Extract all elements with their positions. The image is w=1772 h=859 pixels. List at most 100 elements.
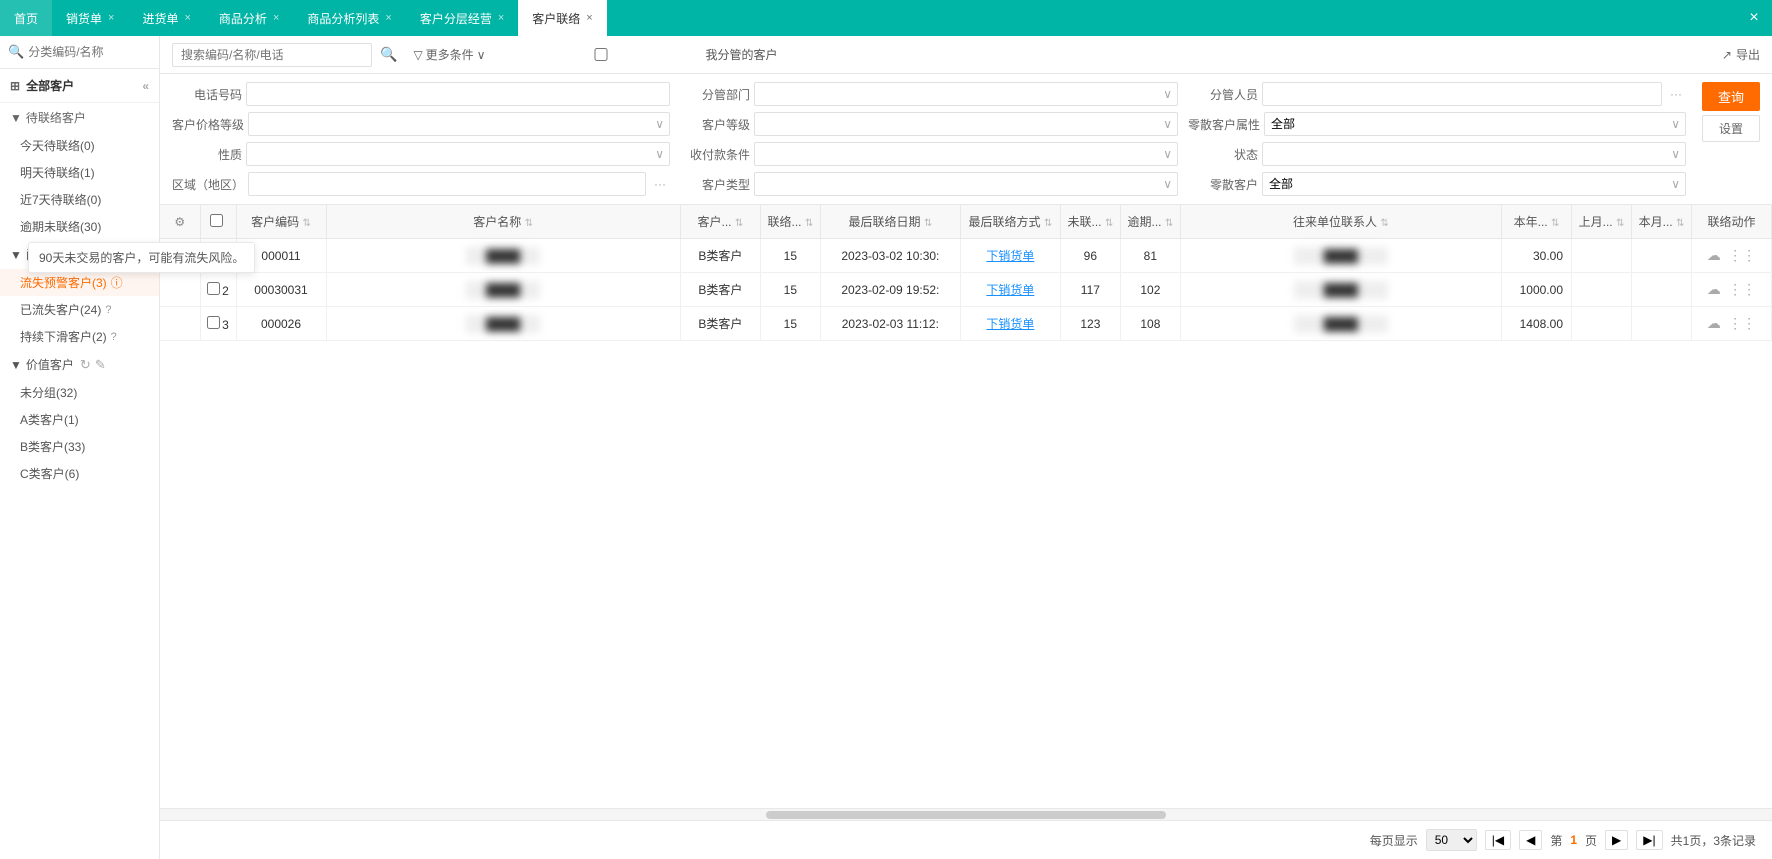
row-checkbox[interactable] <box>207 316 220 329</box>
col-name-header[interactable]: 客户名称 <box>326 205 680 239</box>
nature-select[interactable] <box>246 142 670 166</box>
sidebar-item-declining[interactable]: 持续下滑客户(2) ? <box>0 323 159 350</box>
page-size-select[interactable]: 50 10 20 100 <box>1426 829 1477 851</box>
sidebar-item-class-a[interactable]: A类客户(1) <box>0 406 159 433</box>
sidebar-group-pending[interactable]: ▼ 待联络客户 <box>0 103 159 132</box>
nav-analysis-list-close[interactable]: × <box>385 12 391 24</box>
zero-customer-select[interactable]: 全部 <box>1262 172 1686 196</box>
zero-attr-select[interactable]: 全部 <box>1264 112 1686 136</box>
col-year-header[interactable]: 本年... <box>1502 205 1572 239</box>
table-row: 1 000011 ████ B类客户 15 2023-03-02 10:30: … <box>160 239 1772 273</box>
nav-home[interactable]: 首页 <box>0 0 52 36</box>
export-button[interactable]: ↗ 导出 <box>1722 46 1760 63</box>
row-type: B类客户 <box>680 239 760 273</box>
sidebar-all-customers[interactable]: ⊞ 全部客户 « <box>0 69 159 103</box>
nav-sales[interactable]: 销货单 × <box>52 0 128 36</box>
sidebar-item-churned[interactable]: 已流失客户(24) ? <box>0 296 159 323</box>
status-label: 状态 <box>1188 146 1258 163</box>
nav-customer-contact-close[interactable]: × <box>586 12 592 24</box>
action-grid-icon[interactable]: ⋮⋮ <box>1728 247 1756 263</box>
nav-sales-close[interactable]: × <box>108 12 114 24</box>
next-page-button[interactable]: ▶ <box>1605 830 1628 850</box>
col-code-header[interactable]: 客户编码 <box>236 205 326 239</box>
price-tier-label: 客户价格等级 <box>172 116 244 133</box>
customer-type-select-wrap: ∨ <box>754 172 1178 196</box>
col-date-header[interactable]: 最后联络日期 <box>820 205 960 239</box>
nav-customer-tier-close[interactable]: × <box>498 12 504 24</box>
region-input[interactable] <box>248 172 646 196</box>
customer-type-select[interactable] <box>754 172 1178 196</box>
my-customers-checkbox[interactable] <box>501 48 701 61</box>
row-overdue: 81 <box>1120 239 1180 273</box>
col-thismonth-header[interactable]: 本月... <box>1632 205 1692 239</box>
column-settings-icon[interactable]: ⚙ <box>174 215 185 229</box>
prev-page-button[interactable]: ◀ <box>1519 830 1542 850</box>
search-input[interactable] <box>172 43 372 67</box>
last-page-button[interactable]: ▶| <box>1636 830 1662 850</box>
search-button[interactable]: 🔍 <box>380 46 397 63</box>
sidebar-collapse-btn[interactable]: « <box>142 79 149 93</box>
row-checkbox[interactable] <box>207 282 220 295</box>
sidebar-item-class-b[interactable]: B类客户(33) <box>0 433 159 460</box>
nav-purchase[interactable]: 进货单 × <box>128 0 204 36</box>
col-contact-header[interactable]: 联络... <box>760 205 820 239</box>
more-conditions-button[interactable]: ▽ 更多条件 ∨ <box>405 42 493 67</box>
query-button[interactable]: 查询 <box>1702 82 1760 111</box>
value-edit-icon[interactable]: ✎ <box>95 357 106 373</box>
col-liaison-header[interactable]: 往来单位联系人 <box>1180 205 1501 239</box>
sidebar-item-class-c[interactable]: C类客户(6) <box>0 460 159 487</box>
filter-zero-customer: 零散客户 全部 ∨ <box>1188 172 1686 196</box>
nav-purchase-close[interactable]: × <box>184 12 190 24</box>
action-cloud-icon[interactable]: ☁ <box>1707 315 1721 331</box>
payment-select[interactable] <box>754 142 1178 166</box>
phone-input[interactable] <box>246 82 670 106</box>
action-cloud-icon[interactable]: ☁ <box>1707 247 1721 263</box>
window-close-button[interactable]: × <box>1736 0 1772 36</box>
horizontal-scrollbar[interactable] <box>160 808 1772 820</box>
sidebar-search-input[interactable] <box>28 45 151 59</box>
region-more-icon[interactable]: ··· <box>650 177 670 191</box>
col-overdue-header[interactable]: 逾期... <box>1120 205 1180 239</box>
manager-more-icon[interactable]: ··· <box>1666 87 1686 101</box>
first-page-button[interactable]: |◀ <box>1485 830 1511 850</box>
toolbar: 🔍 ▽ 更多条件 ∨ 我分管的客户 ↗ 导出 <box>160 36 1772 74</box>
price-tier-select[interactable] <box>248 112 670 136</box>
region-label: 区域（地区） <box>172 176 244 193</box>
col-method-header[interactable]: 最后联络方式 <box>960 205 1060 239</box>
settings-button[interactable]: 设置 <box>1702 115 1760 142</box>
row-liaison: ████ <box>1180 307 1501 341</box>
sidebar-item-overdue[interactable]: 逾期未联络(30) <box>0 213 159 240</box>
col-lastmonth-header[interactable]: 上月... <box>1572 205 1632 239</box>
nav-analysis-close[interactable]: × <box>273 12 279 24</box>
nav-customer-contact-label: 客户联络 <box>532 10 580 27</box>
status-select[interactable] <box>1262 142 1686 166</box>
nav-analysis-list[interactable]: 商品分析列表 × <box>293 0 405 36</box>
sidebar-item-tomorrow[interactable]: 明天待联络(1) <box>0 159 159 186</box>
col-type-header[interactable]: 客户... <box>680 205 760 239</box>
nav-analysis[interactable]: 商品分析 × <box>205 0 293 36</box>
sidebar-item-7days[interactable]: 近7天待联络(0) <box>0 186 159 213</box>
nav-customer-contact[interactable]: 客户联络 × <box>518 0 606 36</box>
row-contact: 15 <box>760 239 820 273</box>
sidebar-group-value[interactable]: ▼ 价值客户 ↻ ✎ <box>0 350 159 379</box>
row-seq-cell: 3 <box>200 307 236 341</box>
sidebar-item-today[interactable]: 今天待联络(0) <box>0 132 159 159</box>
sidebar-item-ungroup[interactable]: 未分组(32) <box>0 379 159 406</box>
sidebar-item-churn-warning[interactable]: 流失预警客户(3) ⓘ <box>0 269 159 296</box>
scroll-thumb[interactable] <box>766 811 1166 819</box>
filter-nature: 性质 ∨ <box>172 142 670 166</box>
my-customers-checkbox-label[interactable]: 我分管的客户 <box>501 46 777 63</box>
manager-input[interactable] <box>1262 82 1662 106</box>
action-grid-icon[interactable]: ⋮⋮ <box>1728 281 1756 297</box>
chevron-down-icon: ∨ <box>477 48 486 62</box>
nav-customer-tier[interactable]: 客户分层经营 × <box>406 0 518 36</box>
dept-select[interactable] <box>754 82 1178 106</box>
action-grid-icon[interactable]: ⋮⋮ <box>1728 315 1756 331</box>
row-last-method: 下销货单 <box>960 273 1060 307</box>
action-cloud-icon[interactable]: ☁ <box>1707 281 1721 297</box>
row-uncontact: 117 <box>1060 273 1120 307</box>
customer-tier-select[interactable] <box>754 112 1178 136</box>
col-uncontact-header[interactable]: 未联... <box>1060 205 1120 239</box>
select-all-checkbox[interactable] <box>210 214 223 227</box>
value-refresh-icon[interactable]: ↻ <box>80 357 91 373</box>
